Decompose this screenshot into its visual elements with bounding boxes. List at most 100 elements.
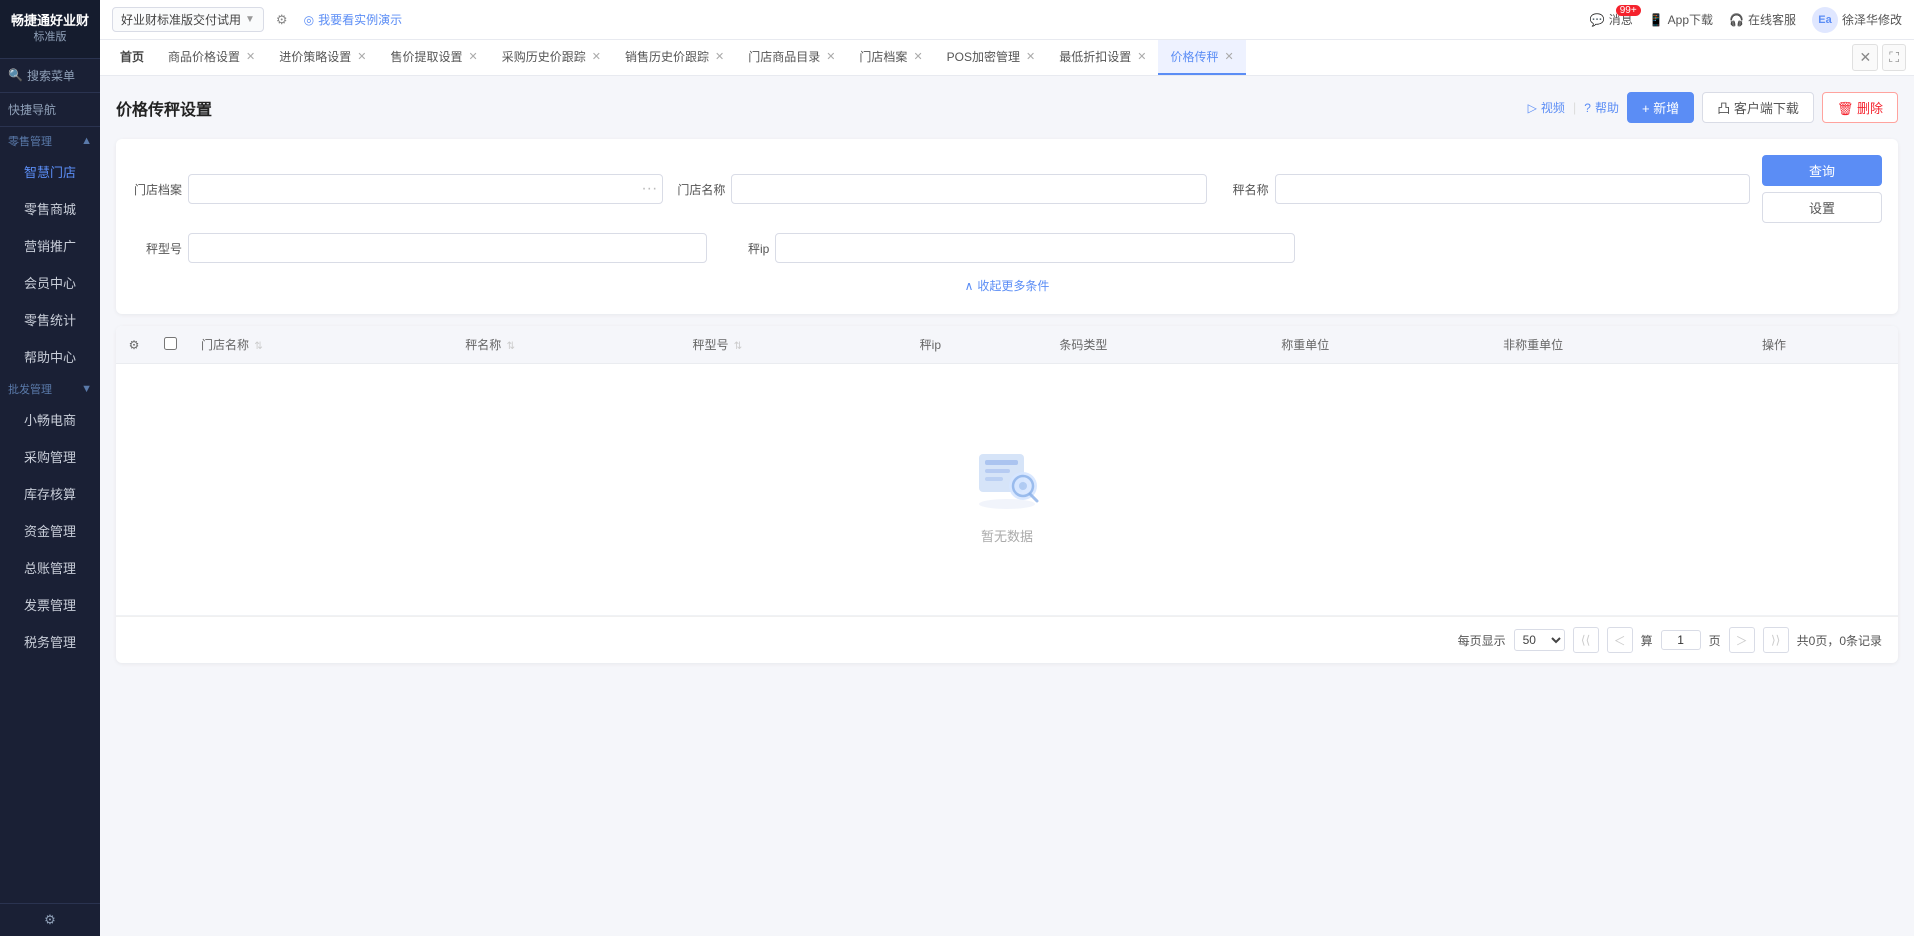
- version-selector[interactable]: 好业财标准版交付试用 ▼: [112, 7, 264, 32]
- scale-ip-input[interactable]: [775, 233, 1294, 263]
- app-download-btn[interactable]: 📱 App下载: [1649, 11, 1713, 28]
- scale-model-input[interactable]: [188, 233, 707, 263]
- sidebar-item-marketing[interactable]: 营销推广: [4, 228, 96, 263]
- tab-purchase-history-label: 采购历史价跟踪: [502, 48, 586, 65]
- sidebar-item-help-center[interactable]: 帮助中心: [4, 339, 96, 374]
- select-all-checkbox[interactable]: [164, 337, 177, 350]
- tab-pos-mgmt[interactable]: POS加密管理 ✕: [935, 40, 1048, 75]
- sidebar-collapse-icon: ▲: [81, 135, 92, 147]
- store-archive-input[interactable]: [188, 174, 663, 204]
- user-menu[interactable]: Ea 徐泽华修改: [1812, 7, 1902, 33]
- tab-product-price[interactable]: 商品价格设置 ✕: [156, 40, 267, 75]
- sidebar-item-inventory[interactable]: 库存核算: [4, 476, 96, 511]
- page-size-select[interactable]: 50 10 20 100: [1514, 629, 1565, 651]
- settings-filter-button[interactable]: 设置: [1762, 192, 1882, 223]
- action-buttons: 查询 设置: [1762, 155, 1882, 223]
- tab-expand-btn[interactable]: ⛶: [1882, 44, 1906, 71]
- sidebar-item-invoice[interactable]: 发票管理: [4, 587, 96, 622]
- page-suffix: 页: [1709, 632, 1721, 649]
- scale-name-input[interactable]: [1275, 174, 1750, 204]
- sidebar-item-member[interactable]: 会员中心: [4, 265, 96, 300]
- topbar-settings-icon[interactable]: ⚙: [272, 8, 292, 32]
- table-body: 暂无数据: [116, 364, 1898, 616]
- collapse-icon: ∧: [965, 279, 974, 293]
- sidebar-search[interactable]: 🔍 搜索菜单: [0, 59, 100, 93]
- page-actions: ▷ 视频 | ? 帮助 + 新增 凸 客户端下载 🗑 删除: [1528, 92, 1898, 123]
- prev-page-btn[interactable]: ＜: [1607, 627, 1633, 653]
- sidebar-item-tax[interactable]: 税务管理: [4, 624, 96, 659]
- help-link[interactable]: ? 帮助: [1584, 99, 1619, 116]
- dots-icon[interactable]: ···: [641, 180, 657, 198]
- query-button[interactable]: 查询: [1762, 155, 1882, 186]
- topbar-right: 💬 消息 99+ 📱 App下载 🎧 在线客服 Ea 徐泽华修改: [1590, 7, 1902, 33]
- next-page-btn[interactable]: ＞: [1729, 627, 1755, 653]
- empty-state: 暂无数据: [128, 374, 1886, 605]
- sidebar-settings-btn[interactable]: ⚙: [0, 903, 100, 936]
- sidebar-item-retail-mall[interactable]: 零售商城: [4, 191, 96, 226]
- tab-sale-history[interactable]: 销售历史价跟踪 ✕: [613, 40, 736, 75]
- th-scale-ip-label: 秤ip: [920, 338, 941, 352]
- scale-name-label: 秤名称: [1219, 181, 1269, 198]
- tab-close-icon[interactable]: ✕: [1137, 50, 1146, 63]
- tab-min-discount[interactable]: 最低折扣设置 ✕: [1047, 40, 1158, 75]
- tab-close-icon[interactable]: ✕: [357, 50, 366, 63]
- tab-close-all-btn[interactable]: ✕: [1852, 44, 1878, 71]
- tab-close-icon[interactable]: ✕: [592, 50, 601, 63]
- sidebar-item-smart-store-label: 智慧门店: [24, 165, 76, 180]
- sidebar-item-ledger[interactable]: 总账管理: [4, 550, 96, 585]
- filter-scale-ip: 秤ip: [719, 233, 1294, 263]
- version-selector-label: 好业财标准版交付试用: [121, 11, 241, 28]
- sidebar-item-help-center-label: 帮助中心: [24, 350, 76, 365]
- empty-text: 暂无数据: [981, 526, 1033, 545]
- page-number-input[interactable]: 1: [1661, 630, 1701, 650]
- tab-close-icon[interactable]: ✕: [826, 50, 835, 63]
- filter-row-1: 门店档案 ··· 门店名称 秤名称 查询 设置: [132, 155, 1882, 223]
- tab-close-icon[interactable]: ✕: [913, 50, 922, 63]
- tab-close-icon[interactable]: ✕: [715, 50, 724, 63]
- sidebar-item-retail-stats[interactable]: 零售统计: [4, 302, 96, 337]
- sidebar-item-inventory-label: 库存核算: [24, 487, 76, 502]
- download-button[interactable]: 凸 客户端下载: [1702, 92, 1814, 123]
- demo-link[interactable]: ◎ 我要看实例演示: [304, 11, 403, 28]
- sidebar-section-wholesale[interactable]: 批发管理 ▼: [0, 375, 100, 401]
- tab-home[interactable]: 首页: [108, 40, 156, 75]
- th-scale-model-label: 秤型号: [692, 338, 728, 352]
- th-store-name-label: 门店名称: [201, 338, 249, 352]
- message-btn[interactable]: 💬 消息 99+: [1590, 11, 1633, 28]
- tab-store-archive[interactable]: 门店档案 ✕: [847, 40, 934, 75]
- store-name-input[interactable]: [731, 174, 1206, 204]
- tab-close-icon[interactable]: ✕: [246, 50, 255, 63]
- tab-store-catalog-label: 门店商品目录: [748, 48, 820, 65]
- play-icon: ◎: [304, 13, 314, 27]
- tab-store-catalog[interactable]: 门店商品目录 ✕: [736, 40, 847, 75]
- tab-close-icon[interactable]: ✕: [1026, 50, 1035, 63]
- online-service-btn[interactable]: 🎧 在线客服: [1729, 11, 1796, 28]
- tab-close-icon[interactable]: ✕: [469, 50, 478, 63]
- sidebar-item-finance[interactable]: 资金管理: [4, 513, 96, 548]
- sidebar-quick-nav[interactable]: 快捷导航: [0, 93, 100, 127]
- tab-close-icon[interactable]: ✕: [1224, 50, 1233, 63]
- table-header-row: ⚙ 门店名称 ⇅ 秤名称 ⇅: [116, 326, 1898, 364]
- service-icon: 🎧: [1729, 13, 1744, 27]
- tab-purchase-strategy[interactable]: 进价策略设置 ✕: [267, 40, 378, 75]
- empty-cell: 暂无数据: [116, 364, 1898, 616]
- message-icon: 💬: [1590, 13, 1605, 27]
- th-operations-label: 操作: [1762, 338, 1786, 352]
- sidebar-section-retail[interactable]: 零售管理 ▲: [0, 127, 100, 153]
- tab-sale-price[interactable]: 售价提取设置 ✕: [378, 40, 489, 75]
- tab-price-scale[interactable]: 价格传秤 ✕: [1158, 40, 1245, 75]
- sidebar-item-xiaochang[interactable]: 小畅电商: [4, 402, 96, 437]
- message-badge: 99+: [1616, 5, 1641, 16]
- filter-collapse-btn[interactable]: ∧ 收起更多条件: [132, 273, 1882, 298]
- tab-purchase-history[interactable]: 采购历史价跟踪 ✕: [490, 40, 613, 75]
- last-page-btn[interactable]: ⟩⟩: [1763, 627, 1789, 653]
- delete-button[interactable]: 🗑 删除: [1822, 92, 1898, 123]
- sidebar-item-purchase-mgmt[interactable]: 采购管理: [4, 439, 96, 474]
- sidebar-item-smart-store[interactable]: 智慧门店: [4, 154, 96, 189]
- th-non-weight-unit: 非称重单位: [1491, 326, 1750, 364]
- first-page-btn[interactable]: ⟨⟨: [1573, 627, 1599, 653]
- th-settings[interactable]: ⚙: [116, 326, 152, 364]
- th-weight-unit-label: 称重单位: [1281, 338, 1329, 352]
- add-button[interactable]: + 新增: [1627, 92, 1694, 123]
- video-link[interactable]: ▷ 视频: [1528, 99, 1565, 116]
